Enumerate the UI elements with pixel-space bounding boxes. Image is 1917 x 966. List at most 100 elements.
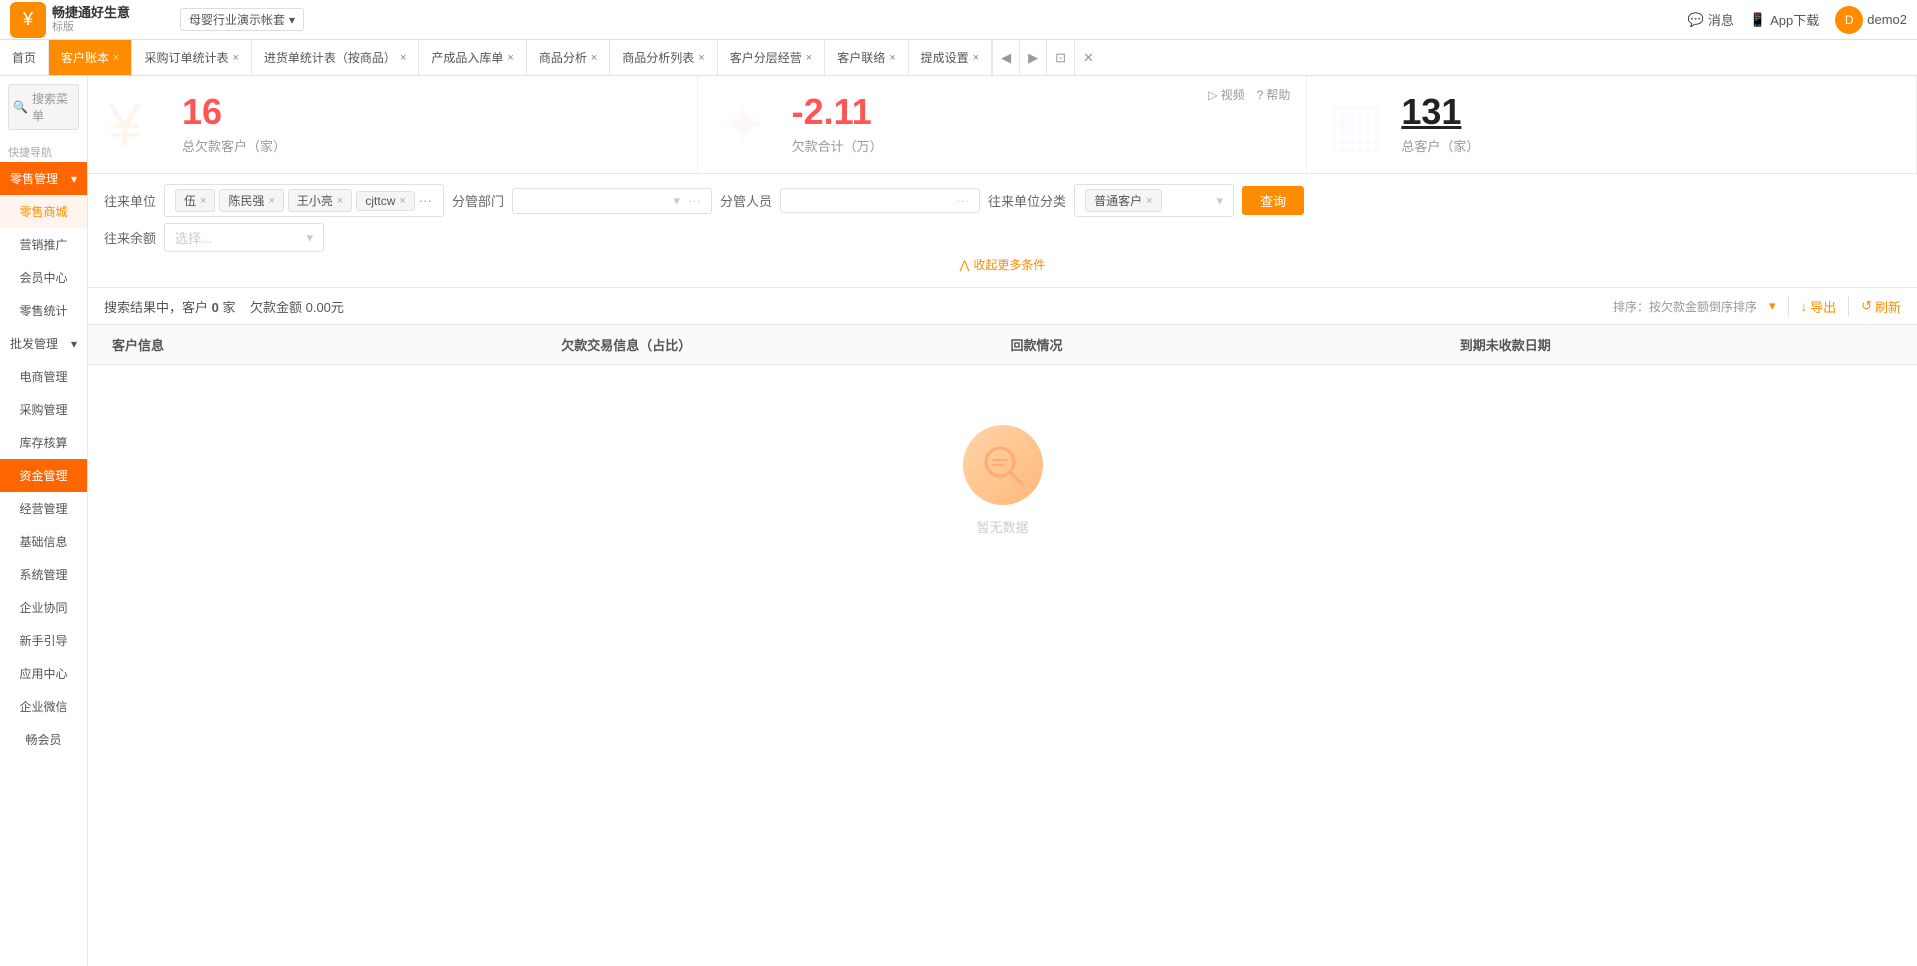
sidebar-item-enterprise[interactable]: 企业协同 [0, 591, 87, 624]
tab-accounts[interactable]: 客户账本 × [49, 40, 132, 76]
col-customer-info: 客户信息 [104, 335, 553, 354]
sidebar-item-retail-mall[interactable]: 零售商城 [0, 195, 87, 228]
query-button[interactable]: 查询 [1242, 186, 1304, 215]
filter-dept-select[interactable]: ▾ ··· [512, 188, 712, 214]
tab-close-commission[interactable]: × [973, 52, 979, 64]
logo-main: 畅捷通好生意 [52, 5, 130, 21]
col-debt-info: 欠款交易信息（占比） [553, 335, 1002, 354]
tab-close-contact[interactable]: × [889, 52, 895, 64]
export-icon: ↓ [1801, 299, 1808, 314]
result-info: 搜索结果中，客户 0 家 欠款金额 0.00元 [104, 297, 344, 316]
tab-expand-btn[interactable]: ⊡ [1046, 40, 1074, 76]
sidebar-item-operation[interactable]: 经营管理 [0, 492, 87, 525]
sidebar-item-basic-info[interactable]: 基础信息 [0, 525, 87, 558]
message-btn[interactable]: 💬 消息 [1688, 10, 1734, 29]
tab-close-purchase[interactable]: × [232, 52, 238, 64]
filter-more-tags[interactable]: ··· [419, 193, 432, 208]
sidebar-item-inventory[interactable]: 库存核算 [0, 426, 87, 459]
tag-chen: 陈民强 × [219, 189, 283, 212]
sidebar-item-member2[interactable]: 畅会员 [0, 723, 87, 756]
tag-chen-close[interactable]: × [268, 195, 274, 207]
tag-cj: cjttcw × [356, 191, 414, 211]
tab-next-btn[interactable]: ▶ [1019, 40, 1046, 76]
tag-cj-close[interactable]: × [399, 195, 405, 207]
sort-dropdown-icon[interactable]: ▾ [1769, 298, 1776, 314]
tab-close-all-btn[interactable]: ✕ [1074, 40, 1102, 76]
sidebar-item-member[interactable]: 会员中心 [0, 261, 87, 294]
sidebar-item-retail-mgmt[interactable]: 零售管理 ▾ [0, 162, 87, 195]
tag-wu: 伍 × [175, 189, 215, 212]
tag-wang-close[interactable]: × [337, 195, 343, 207]
refresh-btn[interactable]: ↺ 刷新 [1861, 297, 1901, 316]
stat-label-amount: 欠款合计（万） [792, 136, 883, 155]
filter-unit-input[interactable]: 伍 × 陈民强 × 王小亮 × cjttcw × ··· [164, 184, 444, 217]
tag-ordinary: 普通客户 × [1085, 189, 1161, 212]
tab-goods-list[interactable]: 商品分析列表 × [610, 40, 717, 76]
tab-incoming[interactable]: 进货单统计表（按商品） × [252, 40, 419, 76]
tab-customer-contact[interactable]: 客户联络 × [825, 40, 908, 76]
tab-close-goods[interactable]: × [591, 52, 597, 64]
empty-label: 暂无数据 [976, 517, 1028, 536]
divider [1788, 296, 1789, 316]
sidebar-item-marketing[interactable]: 营销推广 [0, 228, 87, 261]
filter-unit-type-select[interactable]: 普通客户 × ▾ [1074, 184, 1234, 217]
tab-prev-btn[interactable]: ◀ [992, 40, 1019, 76]
sidebar-item-wholesale[interactable]: 批发管理 ▾ [0, 327, 87, 360]
col-repayment: 回款情况 [1003, 335, 1452, 354]
dept-more-icon: ··· [688, 193, 701, 208]
empty-svg [978, 440, 1028, 490]
sidebar: 🔍 搜索菜单 快捷导航 零售管理 ▾ 零售商城 营销推广 会员中心 零售统计 批… [0, 76, 88, 966]
filter-person-select[interactable]: ··· [780, 188, 980, 213]
tab-close-accounts[interactable]: × [113, 52, 119, 64]
stat-label-customers: 总欠款客户（家） [182, 136, 286, 155]
stat-value-customers: 16 [182, 94, 222, 130]
sidebar-item-app-center[interactable]: 应用中心 [0, 657, 87, 690]
export-btn[interactable]: ↓ 导出 [1801, 297, 1837, 316]
sidebar-item-ecommerce[interactable]: 电商管理 [0, 360, 87, 393]
tab-customer-layer[interactable]: 客户分层经营 × [718, 40, 825, 76]
stat-label-total: 总客户（家） [1401, 136, 1479, 155]
stat-value-amount: -2.11 [792, 94, 872, 130]
tag-ordinary-close[interactable]: × [1146, 195, 1152, 207]
search-icon: 🔍 [13, 100, 28, 114]
logo-text: 畅捷通好生意 标版 [52, 5, 130, 34]
tab-close-layer[interactable]: × [806, 52, 812, 64]
tab-commission-set[interactable]: 提成设置 × [909, 40, 992, 76]
sidebar-search-btn[interactable]: 🔍 搜索菜单 [8, 84, 79, 130]
stat-card-customers: ¥ 16 总欠款客户（家） [88, 76, 698, 173]
sidebar-item-wechat[interactable]: 企业微信 [0, 690, 87, 723]
filter-balance-select[interactable]: 选择... ▾ [164, 223, 324, 252]
help-btn[interactable]: ? 帮助 [1257, 86, 1291, 103]
dept-dropdown-icon: ▾ [674, 193, 681, 209]
app-download-btn[interactable]: 📱 App下载 [1750, 10, 1819, 29]
collapse-filter-btn[interactable]: ⋀ 收起更多条件 [960, 256, 1046, 273]
sidebar-item-finance[interactable]: 资金管理 [0, 459, 87, 492]
tab-close-production[interactable]: × [507, 52, 513, 64]
tab-close-goods-list[interactable]: × [698, 52, 704, 64]
empty-state: 暂无数据 [88, 365, 1917, 596]
filter-row-2: 往来余额 选择... ▾ [104, 223, 1901, 252]
sidebar-item-purchase[interactable]: 采购管理 [0, 393, 87, 426]
stats-row: ¥ 16 总欠款客户（家） ✦ -2.11 欠款合计（万） ▷ 视频 ? 帮助 … [88, 76, 1917, 174]
sidebar-item-guide[interactable]: 新手引导 [0, 624, 87, 657]
sidebar-item-retail-stats[interactable]: 零售统计 [0, 294, 87, 327]
tab-home[interactable]: 首页 [0, 40, 49, 76]
tab-goods-analysis[interactable]: 商品分析 × [527, 40, 610, 76]
sort-label: 排序：按欠款金额倒序排序 [1613, 298, 1757, 315]
filter-unit-type-label: 往来单位分类 [988, 191, 1066, 210]
tag-wu-close[interactable]: × [200, 195, 206, 207]
result-count-text: 搜索结果中，客户 0 家 欠款金额 0.00元 [104, 297, 344, 316]
download-icon: 📱 [1750, 12, 1766, 28]
stat-card-total: ▦ 131 总客户（家） [1307, 76, 1917, 173]
tab-purchase-order[interactable]: 采购订单统计表 × [132, 40, 251, 76]
logo-area: ¥ 畅捷通好生意 标版 [10, 2, 170, 38]
sidebar-item-system[interactable]: 系统管理 [0, 558, 87, 591]
tab-close-incoming[interactable]: × [400, 52, 406, 64]
empty-icon [963, 425, 1043, 505]
video-btn[interactable]: ▷ 视频 [1208, 86, 1244, 103]
tab-production[interactable]: 产成品入库单 × [419, 40, 526, 76]
balance-dropdown-icon: ▾ [306, 230, 313, 246]
user-btn[interactable]: D demo2 [1835, 6, 1907, 34]
top-bar: ¥ 畅捷通好生意 标版 母婴行业演示帐套 ▾ 💬 消息 📱 App下载 D de… [0, 0, 1917, 40]
version-selector[interactable]: 母婴行业演示帐套 ▾ [180, 8, 304, 31]
